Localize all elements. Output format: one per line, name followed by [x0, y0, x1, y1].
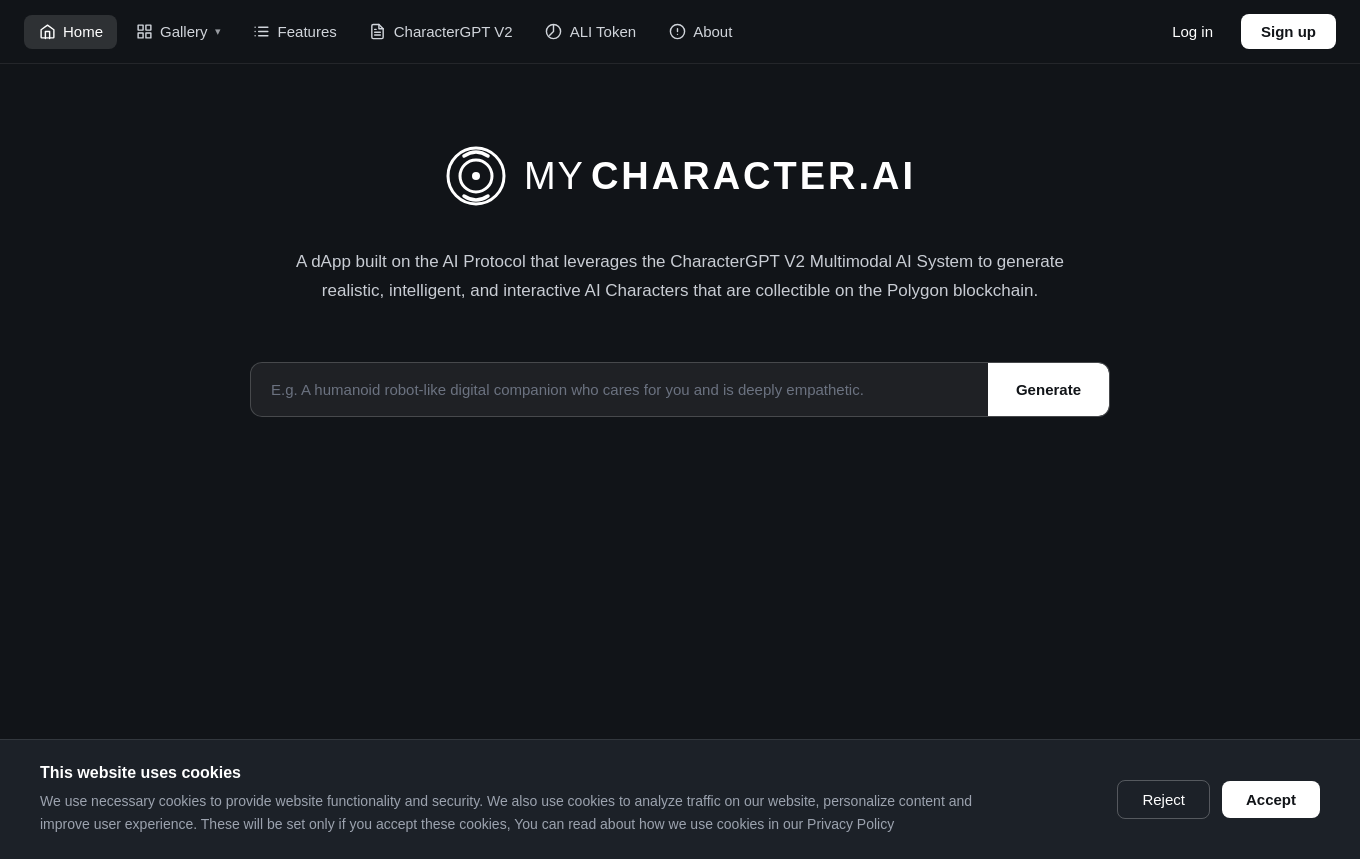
- logo-icon: [444, 144, 508, 208]
- nav-charactergpt[interactable]: CharacterGPT V2: [355, 15, 527, 49]
- cookie-text: This website uses cookies We use necessa…: [40, 764, 1077, 835]
- login-button[interactable]: Log in: [1156, 15, 1229, 48]
- svg-point-18: [472, 172, 480, 180]
- nav-about[interactable]: About: [654, 15, 746, 49]
- signup-button[interactable]: Sign up: [1241, 14, 1336, 49]
- cookie-body: We use necessary cookies to provide webs…: [40, 790, 1000, 835]
- nav-gallery-label: Gallery: [160, 23, 208, 40]
- logo-container: MY CHARACTER.AI: [444, 144, 916, 208]
- nav-ali-token[interactable]: ALI Token: [531, 15, 650, 49]
- nav-home[interactable]: Home: [24, 15, 117, 49]
- cookie-banner: This website uses cookies We use necessa…: [0, 739, 1360, 859]
- svg-rect-0: [138, 25, 143, 30]
- nav-gallery[interactable]: Gallery ▾: [121, 15, 235, 49]
- ali-token-icon: [545, 23, 563, 41]
- hero-tagline: A dApp built on the AI Protocol that lev…: [290, 248, 1070, 306]
- home-icon: [38, 23, 56, 41]
- charactergpt-icon: [369, 23, 387, 41]
- nav-features-label: Features: [278, 23, 337, 40]
- cookie-buttons: Reject Accept: [1117, 780, 1320, 819]
- nav-ali-token-label: ALI Token: [570, 23, 636, 40]
- gallery-chevron-icon: ▾: [215, 25, 221, 38]
- nav-left: Home Gallery ▾ Features: [24, 15, 746, 49]
- reject-cookies-button[interactable]: Reject: [1117, 780, 1210, 819]
- svg-rect-2: [138, 33, 143, 38]
- gallery-icon: [135, 23, 153, 41]
- nav-home-label: Home: [63, 23, 103, 40]
- svg-rect-1: [145, 25, 150, 30]
- about-icon: [668, 23, 686, 41]
- svg-rect-3: [145, 33, 150, 38]
- generate-button[interactable]: Generate: [988, 363, 1109, 416]
- nav-about-label: About: [693, 23, 732, 40]
- logo-my: MY: [524, 155, 585, 198]
- main-content: MY CHARACTER.AI A dApp built on the AI P…: [0, 64, 1360, 457]
- nav-right: Log in Sign up: [1156, 14, 1336, 49]
- logo-wordmark: MY CHARACTER.AI: [524, 155, 916, 198]
- nav-features[interactable]: Features: [239, 15, 351, 49]
- logo-character-ai: CHARACTER.AI: [591, 155, 916, 198]
- navbar: Home Gallery ▾ Features: [0, 0, 1360, 64]
- accept-cookies-button[interactable]: Accept: [1222, 781, 1320, 818]
- cookie-title: This website uses cookies: [40, 764, 1077, 782]
- nav-charactergpt-label: CharacterGPT V2: [394, 23, 513, 40]
- features-icon: [253, 23, 271, 41]
- generate-bar: Generate: [250, 362, 1110, 417]
- character-description-input[interactable]: [251, 363, 988, 416]
